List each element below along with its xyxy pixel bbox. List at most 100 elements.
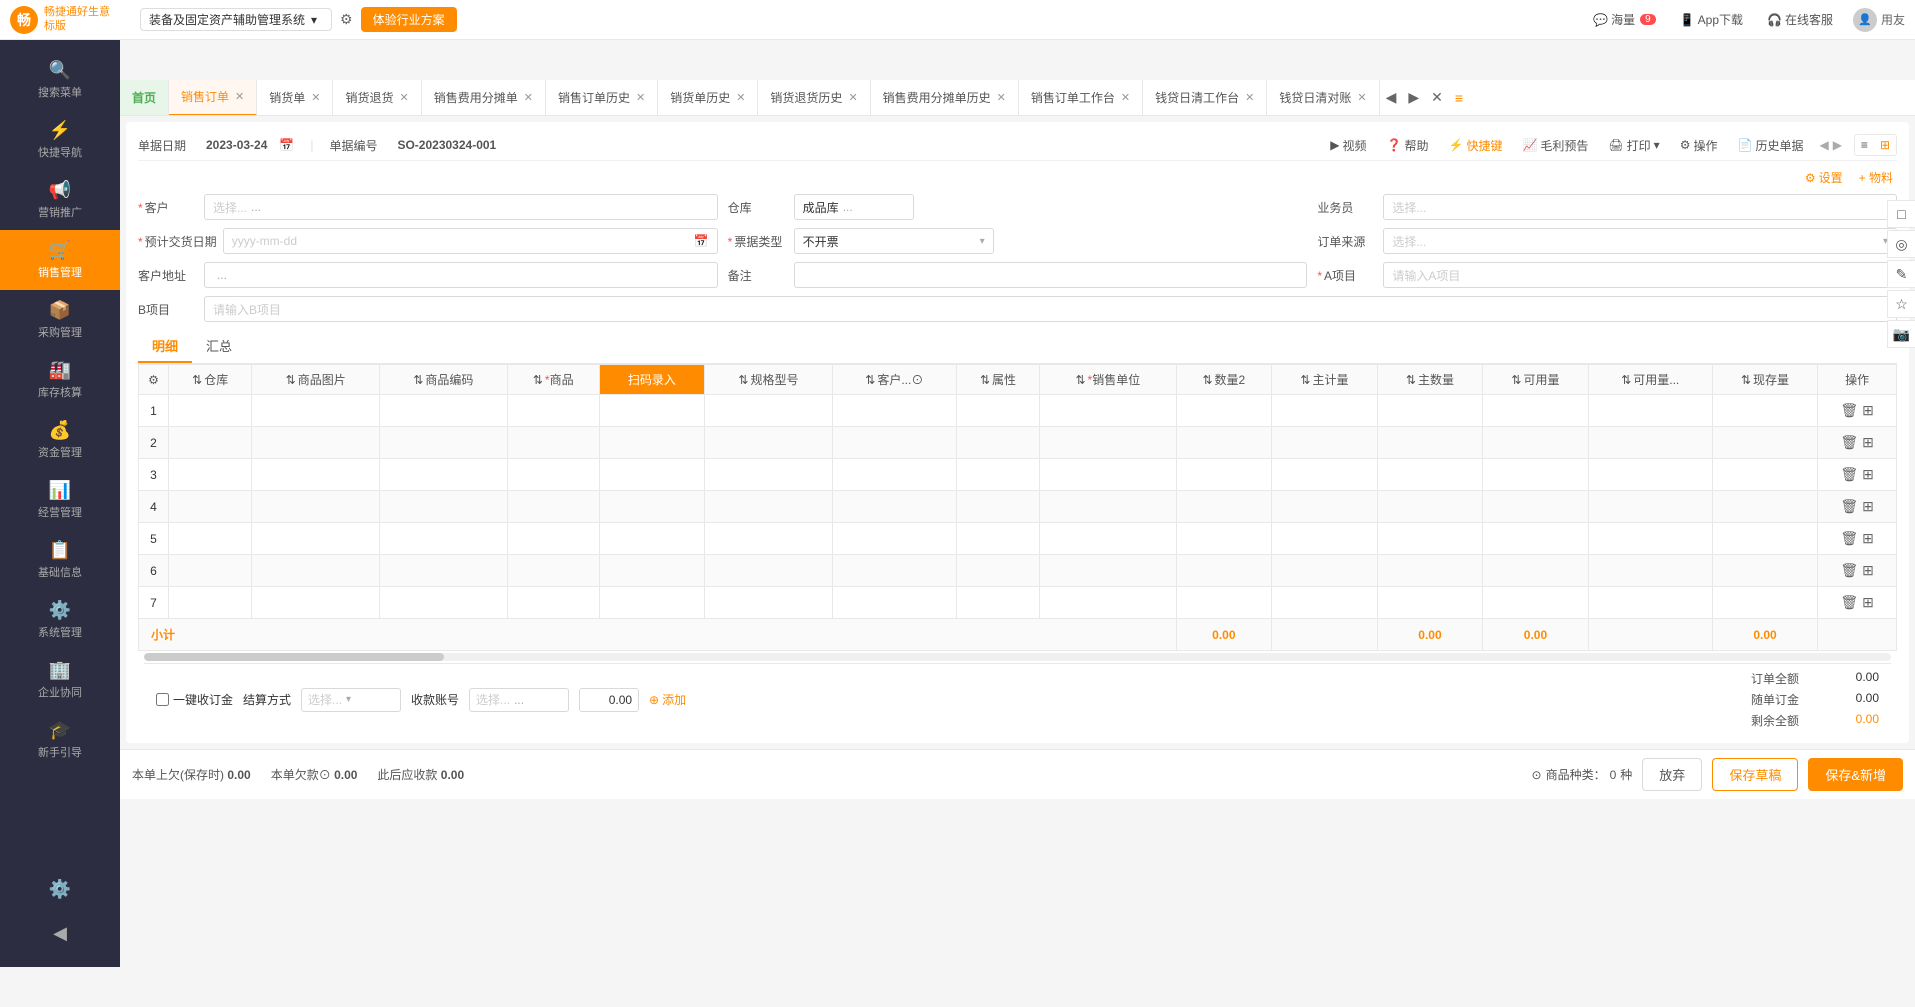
tab-close-refund-history[interactable]: ✕ (848, 91, 857, 104)
sidebar-collapse-btn[interactable]: ◀ (0, 913, 120, 957)
a-project-input[interactable]: 请输入A项目 (1383, 262, 1897, 288)
tab-sales-workbench[interactable]: 销售订单工作台 ✕ (1019, 80, 1143, 116)
amount-input[interactable]: 0.00 (579, 688, 639, 712)
payment-method-select[interactable]: 选择... ▾ (301, 688, 401, 712)
sidebar-item-search[interactable]: 🔍 搜索菜单 (0, 50, 120, 110)
col-customer-code[interactable]: ⇅客户...⊙ (832, 365, 956, 395)
tab-sales-fee-split[interactable]: 销售费用分摊单 ✕ (422, 80, 546, 116)
b-project-input[interactable]: 请输入B项目 (204, 296, 1897, 322)
row-copy-icon[interactable]: ⊞ (1862, 434, 1874, 451)
col-main-qty[interactable]: ⇅主数量 (1377, 365, 1483, 395)
operation-btn[interactable]: ⚙ 操作 (1676, 135, 1722, 156)
system-selector[interactable]: 装备及固定资产辅助管理系统 ▾ (140, 8, 332, 31)
tab-close-workbench[interactable]: ✕ (1121, 91, 1130, 104)
row-copy-icon[interactable]: ⊞ (1862, 594, 1874, 611)
nav-prev-icon[interactable]: ◀ (1819, 138, 1828, 152)
tab-nav-left[interactable]: ◀ (1380, 80, 1403, 116)
sidebar-item-marketing[interactable]: 📢 营销推广 (0, 170, 120, 230)
right-btn-2[interactable]: ◎ (1887, 230, 1915, 258)
save-new-button[interactable]: 保存&新增 (1808, 758, 1903, 791)
col-attr[interactable]: ⇅属性 (956, 365, 1039, 395)
shortcut-btn[interactable]: ⚡ 快捷键 (1444, 135, 1506, 156)
layout-grid-icon[interactable]: ⊞ (1876, 137, 1894, 153)
tab-sales-refund-history[interactable]: 销货退货历史 ✕ (758, 80, 870, 116)
col-stock[interactable]: ⇅现存量 (1712, 365, 1818, 395)
help-btn[interactable]: ❓ 帮助 (1383, 135, 1433, 156)
row-delete-icon[interactable]: 🗑 (1840, 434, 1858, 451)
layout-list-icon[interactable]: ≡ (1857, 137, 1872, 153)
tab-close-fee-history[interactable]: ✕ (997, 91, 1006, 104)
right-btn-3[interactable]: ✎ (1887, 260, 1915, 288)
table-scrollbar[interactable] (144, 653, 1891, 661)
tab-nav-close[interactable]: ✕ (1425, 80, 1449, 116)
tab-sales-return[interactable]: 销货单 ✕ (257, 80, 333, 116)
warehouse-value[interactable]: 成品库 ... (794, 194, 914, 220)
row-copy-icon[interactable]: ⊞ (1862, 466, 1874, 483)
sidebar-item-finance[interactable]: 💰 资金管理 (0, 410, 120, 470)
messages-btn[interactable]: 💬 海量 9 (1589, 9, 1660, 30)
row-delete-icon[interactable]: 🗑 (1840, 594, 1858, 611)
tab-close-order-history[interactable]: ✕ (636, 91, 645, 104)
print-btn[interactable]: 🖨 打印 ▾ (1604, 135, 1663, 156)
sidebar-item-quick[interactable]: ⚡ 快捷导航 (0, 110, 120, 170)
add-material-btn[interactable]: + 物料 (1855, 167, 1897, 188)
warehouse-dots[interactable]: ... (843, 200, 853, 214)
col-scan[interactable]: 扫码录入 (599, 365, 704, 395)
order-source-input[interactable]: 选择... ▾ (1383, 228, 1897, 254)
col-available[interactable]: ⇅可用量 (1483, 365, 1589, 395)
tab-close-cash-daily[interactable]: ✕ (1245, 91, 1254, 104)
address-input[interactable]: ... (204, 262, 718, 288)
row-copy-icon[interactable]: ⊞ (1862, 402, 1874, 419)
account-select[interactable]: 选择... ... (469, 688, 569, 712)
industry-button[interactable]: 体验行业方案 (361, 7, 457, 32)
col-name[interactable]: ⇅*商品 (507, 365, 599, 395)
one-click-checkbox[interactable] (156, 693, 169, 706)
sidebar-item-basic[interactable]: 📋 基础信息 (0, 530, 120, 590)
note-input[interactable] (794, 262, 1308, 288)
col-unit[interactable]: ⇅*销售单位 (1040, 365, 1176, 395)
salesperson-input[interactable]: 选择... (1383, 194, 1897, 220)
gear-icon[interactable]: ⚙ (340, 11, 353, 28)
right-btn-1[interactable]: □ (1887, 200, 1915, 228)
col-main-unit[interactable]: ⇅主计量 (1272, 365, 1378, 395)
sidebar-item-corp[interactable]: 🏢 企业协同 (0, 650, 120, 710)
print-arrow[interactable]: ▾ (1654, 138, 1660, 152)
tab-close-cash-reconcile[interactable]: ✕ (1357, 91, 1366, 104)
tab-sales-order[interactable]: 销售订单 ✕ (169, 80, 257, 116)
online-service-btn[interactable]: 🎧 在线客服 (1763, 9, 1837, 30)
tab-sales-order-history[interactable]: 销售订单历史 ✕ (546, 80, 658, 116)
row-delete-icon[interactable]: 🗑 (1840, 402, 1858, 419)
settings-btn[interactable]: ⚙ 设置 (1801, 167, 1847, 188)
tab-cash-reconcile[interactable]: 钱贷日清对账 ✕ (1267, 80, 1379, 116)
table-scroll-thumb[interactable] (144, 653, 444, 661)
right-btn-5[interactable]: 📷 (1887, 320, 1915, 348)
add-button[interactable]: ⊕ 添加 (649, 691, 686, 708)
history-btn[interactable]: 📄 历史单据 (1733, 135, 1807, 156)
tab-nav-more[interactable]: ≡ (1449, 80, 1469, 116)
tab-detail[interactable]: 明细 (138, 330, 192, 363)
view-video-btn[interactable]: ▶ 视频 (1326, 135, 1370, 156)
col-spec[interactable]: ⇅规格型号 (705, 365, 833, 395)
tab-summary[interactable]: 汇总 (192, 330, 246, 363)
row-copy-icon[interactable]: ⊞ (1862, 562, 1874, 579)
tab-close-sales-refund[interactable]: ✕ (400, 91, 409, 104)
app-download-btn[interactable]: 📱 App下载 (1676, 9, 1747, 30)
save-draft-button[interactable]: 保存草稿 (1712, 758, 1798, 791)
row-delete-icon[interactable]: 🗑 (1840, 466, 1858, 483)
row-copy-icon[interactable]: ⊞ (1862, 498, 1874, 515)
tab-home[interactable]: 首页 (120, 80, 169, 116)
tab-sales-fee-history[interactable]: 销售费用分摊单历史 ✕ (871, 80, 1019, 116)
tab-close-return-history[interactable]: ✕ (736, 91, 745, 104)
sidebar-item-sales[interactable]: 🛒 销售管理 (0, 230, 120, 290)
profit-btn[interactable]: 📈 毛利预告 (1518, 135, 1592, 156)
row-delete-icon[interactable]: 🗑 (1840, 498, 1858, 515)
row-delete-icon[interactable]: 🗑 (1840, 530, 1858, 547)
user-area[interactable]: 👤 用友 (1853, 8, 1905, 32)
calendar-icon[interactable]: 📅 (279, 138, 294, 152)
address-dots[interactable]: ... (217, 268, 227, 282)
col-code[interactable]: ⇅商品编码 (380, 365, 508, 395)
row-copy-icon[interactable]: ⊞ (1862, 530, 1874, 547)
account-dots[interactable]: ... (514, 693, 524, 707)
invoice-type-select[interactable]: 不开票 ▾ (794, 228, 994, 254)
col-image[interactable]: ⇅商品图片 (252, 365, 380, 395)
